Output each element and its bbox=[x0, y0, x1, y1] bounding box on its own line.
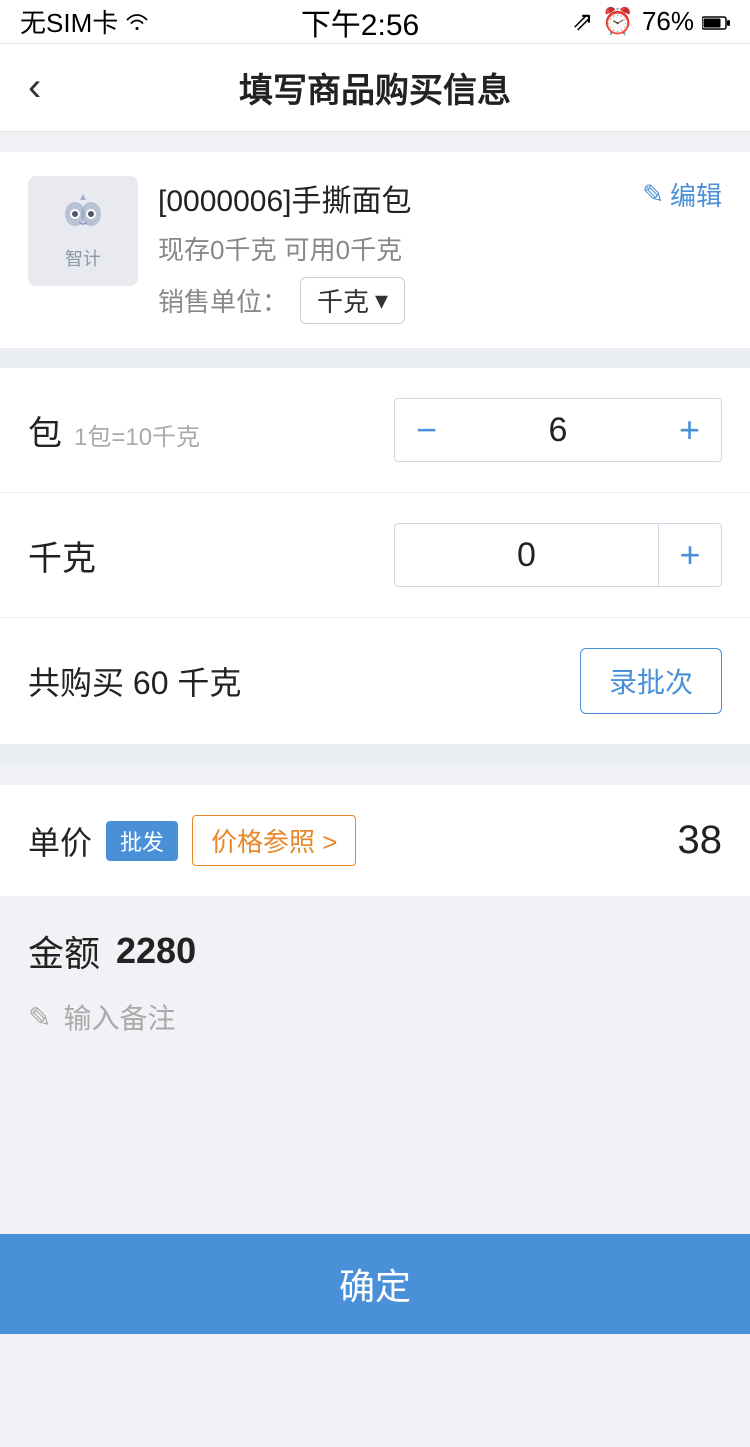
pack-controls: − + bbox=[394, 398, 722, 462]
unit-label: 销售单位： bbox=[158, 282, 288, 319]
back-button[interactable]: ‹ bbox=[28, 65, 41, 110]
carrier-text: 无SIM卡 bbox=[20, 3, 118, 40]
battery-percent: 76% bbox=[642, 6, 694, 37]
price-label: 单价 bbox=[28, 818, 92, 864]
amount-section: 金额 2280 ✎ 输入备注 bbox=[0, 897, 750, 1047]
unit-select[interactable]: 千克 ▾ bbox=[300, 277, 405, 324]
kg-plus-icon: + bbox=[679, 534, 700, 576]
edit-button[interactable]: ✎ 编辑 bbox=[642, 176, 722, 213]
kg-quantity-row: 千克 + bbox=[28, 523, 722, 587]
pack-plus-button[interactable]: + bbox=[658, 398, 722, 462]
kg-plus-button[interactable]: + bbox=[658, 523, 722, 587]
pack-label: 包 1包=10千克 bbox=[28, 406, 200, 455]
status-left: 无SIM卡 bbox=[20, 3, 148, 40]
total-section: 共购买 60 千克 录批次 bbox=[0, 618, 750, 745]
battery-icon bbox=[702, 6, 730, 37]
price-value: 38 bbox=[678, 818, 723, 863]
pack-minus-button[interactable]: − bbox=[394, 398, 458, 462]
pack-quantity-input[interactable] bbox=[458, 398, 658, 462]
plus-icon: + bbox=[679, 409, 700, 451]
pack-label-text: 包 bbox=[28, 406, 62, 455]
status-time: 下午2:56 bbox=[301, 0, 419, 44]
confirm-button[interactable]: 确定 bbox=[0, 1234, 750, 1334]
total-text: 共购买 60 千克 bbox=[28, 658, 241, 704]
product-name: [0000006]手撕面包 bbox=[158, 176, 722, 220]
edit-icon: ✎ bbox=[642, 179, 664, 210]
page-title: 填写商品购买信息 bbox=[239, 63, 511, 112]
amount-value: 2280 bbox=[116, 930, 196, 972]
product-section: 智计 [0000006]手撕面包 现存0千克 可用0千克 销售单位： 千克 ▾ … bbox=[0, 152, 750, 348]
amount-row: 金额 2280 bbox=[28, 925, 722, 977]
pack-sublabel: 1包=10千克 bbox=[74, 417, 200, 452]
alarm-icon: ⏰ bbox=[602, 6, 634, 37]
product-thumb-icon bbox=[57, 192, 109, 241]
kg-controls: + bbox=[394, 523, 722, 587]
status-bar: 无SIM卡 下午2:56 ⇗ ⏰ 76% bbox=[0, 0, 750, 44]
status-right: ⇗ ⏰ 76% bbox=[572, 6, 730, 37]
chevron-down-icon: ▾ bbox=[375, 285, 388, 316]
pack-quantity-row: 包 1包=10千克 − + bbox=[28, 398, 722, 462]
kg-quantity-section: 千克 + bbox=[0, 493, 750, 618]
location-icon: ⇗ bbox=[572, 6, 594, 37]
section-divider-1 bbox=[0, 348, 750, 368]
product-thumb-label: 智计 bbox=[65, 245, 101, 271]
price-reference-button[interactable]: 价格参照 > bbox=[192, 815, 356, 866]
price-tag: 批发 bbox=[106, 821, 178, 861]
product-thumbnail: 智计 bbox=[28, 176, 138, 286]
kg-label-text: 千克 bbox=[28, 531, 96, 580]
price-section: 单价 批发 价格参照 > 38 bbox=[0, 785, 750, 897]
kg-label: 千克 bbox=[28, 531, 96, 580]
pack-quantity-section: 包 1包=10千克 − + bbox=[0, 368, 750, 493]
batch-button[interactable]: 录批次 bbox=[580, 648, 722, 714]
product-info: [0000006]手撕面包 现存0千克 可用0千克 销售单位： 千克 ▾ bbox=[158, 176, 722, 324]
remark-row[interactable]: ✎ 输入备注 bbox=[28, 997, 722, 1037]
amount-label: 金额 bbox=[28, 925, 100, 977]
unit-value: 千克 bbox=[317, 282, 369, 319]
product-unit-row: 销售单位： 千克 ▾ bbox=[158, 277, 722, 324]
product-stock: 现存0千克 可用0千克 bbox=[158, 230, 722, 267]
section-divider-2 bbox=[0, 745, 750, 765]
minus-icon: − bbox=[416, 409, 437, 451]
wifi-icon bbox=[126, 6, 148, 37]
remark-placeholder: 输入备注 bbox=[63, 997, 175, 1037]
kg-quantity-input[interactable] bbox=[394, 523, 658, 587]
edit-label: 编辑 bbox=[670, 176, 722, 213]
nav-bar: ‹ 填写商品购买信息 bbox=[0, 44, 750, 132]
price-label-row: 单价 批发 价格参照 > bbox=[28, 815, 356, 866]
price-ref-label: 价格参照 > bbox=[211, 822, 337, 859]
pencil-icon: ✎ bbox=[28, 1001, 51, 1034]
